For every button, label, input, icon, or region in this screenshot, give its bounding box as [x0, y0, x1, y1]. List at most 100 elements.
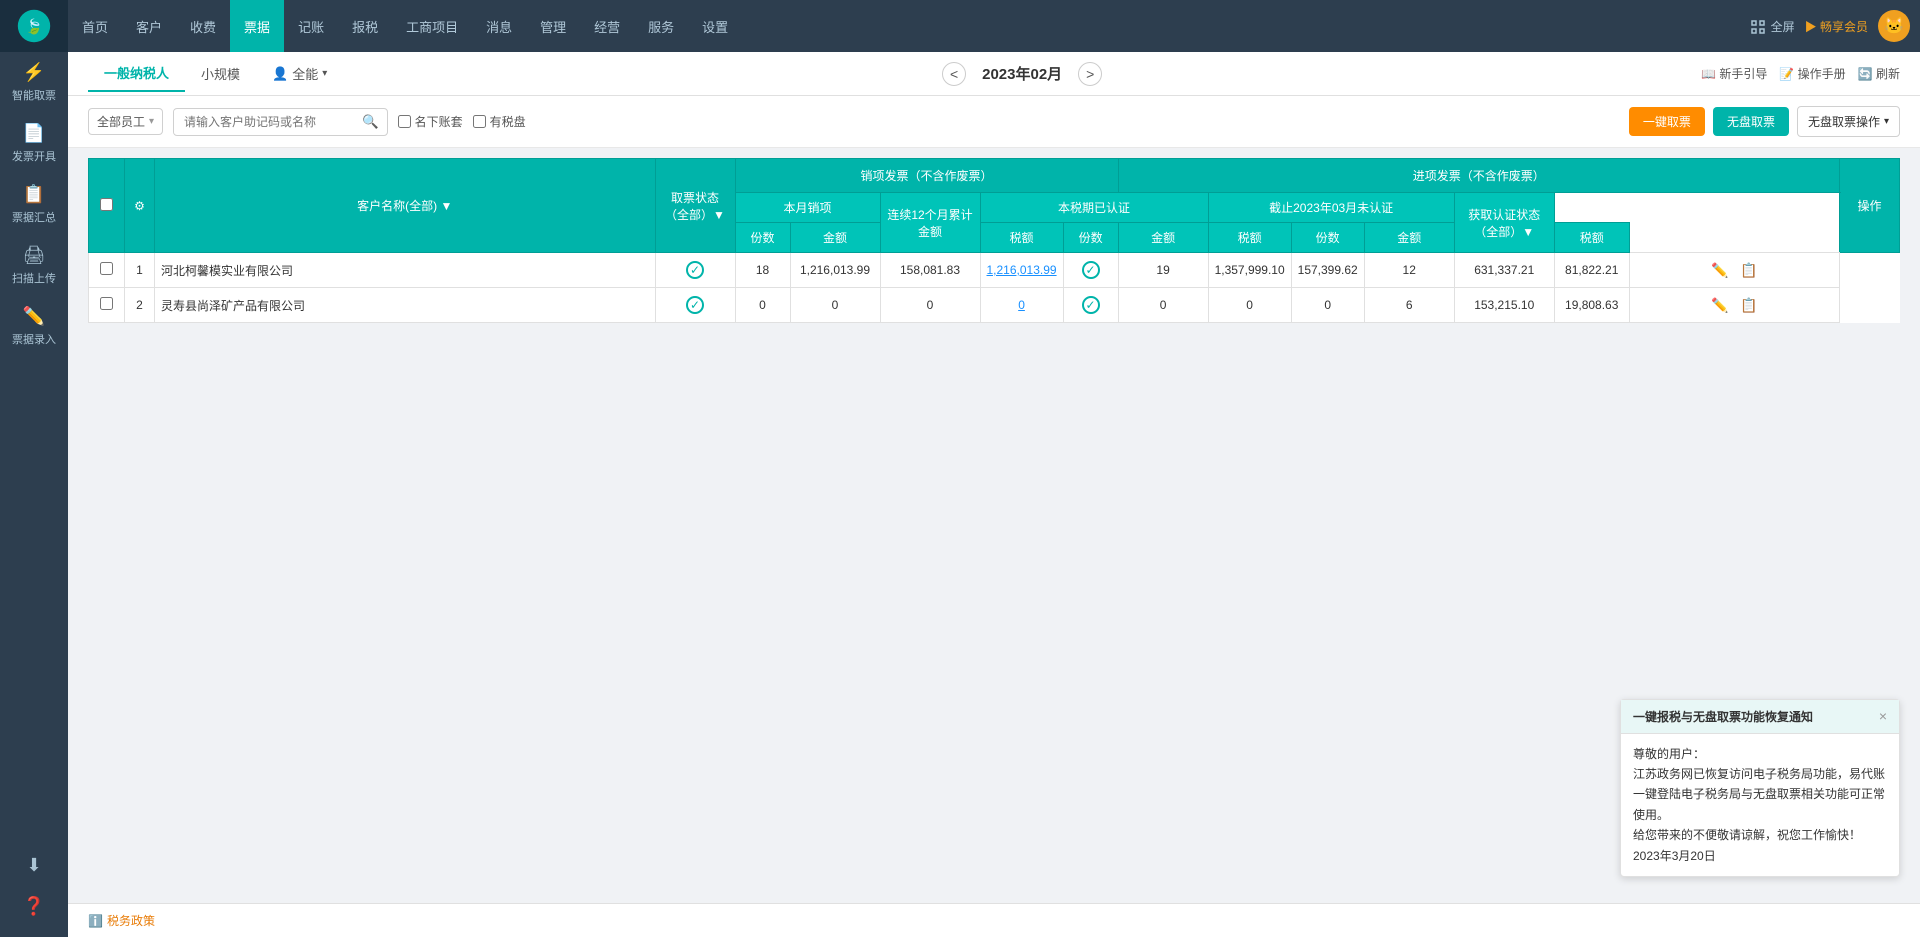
- row-uncert-count: 12: [1364, 253, 1454, 288]
- row-cert-tax: 0: [1291, 288, 1364, 323]
- nav-collection[interactable]: 收费: [176, 0, 230, 52]
- row-cert-amount: 0: [1208, 288, 1291, 323]
- row-uncert-count: 6: [1364, 288, 1454, 323]
- sidebar: 🍃 ⚡ 智能取票 📄 发票开具 📋 票据汇总 🖨 扫描上传 ✏️ 票据录入 ⬇ …: [0, 0, 68, 937]
- search-input[interactable]: [174, 110, 354, 134]
- row-checkbox[interactable]: [100, 297, 113, 310]
- nav-business[interactable]: 工商项目: [392, 0, 472, 52]
- row-sale-amount: 1,216,013.99: [790, 253, 880, 288]
- table-header-row1: ⚙ 客户名称(全部) ▼ 取票状态（全部）▼ 销项发票（不含作废票） 进项发票（…: [89, 159, 1900, 193]
- nav-invoice[interactable]: 票据: [230, 0, 284, 52]
- sidebar-item-invoice-summary[interactable]: 📋 票据汇总: [0, 174, 68, 235]
- sidebar-item-scan-upload[interactable]: 🖨 扫描上传: [0, 235, 68, 296]
- tax-policy-link[interactable]: 税务政策: [107, 912, 155, 929]
- status-check-icon: ✓: [1082, 261, 1100, 279]
- member-btn[interactable]: ▶ 畅享会员: [1805, 18, 1868, 35]
- row-12m-cumulative[interactable]: 1,216,013.99: [980, 253, 1063, 288]
- fullscreen-btn[interactable]: 全屏: [1751, 18, 1794, 35]
- sidebar-item-smart-deduct[interactable]: ⚡ 智能取票: [0, 52, 68, 113]
- row-sale-amount: 0: [790, 288, 880, 323]
- sidebar-item-data-entry[interactable]: ✏️ 票据录入: [0, 296, 68, 357]
- tab-bar-right: 📖 新手引导 📝 操作手册 🔄 刷新: [1701, 65, 1900, 82]
- new-guide-btn[interactable]: 📖 新手引导: [1701, 65, 1767, 82]
- table-row: 2 灵寿县尚泽矿产品有限公司 ✓ 0 0 0 0 ✓ 0 0 0 6 153,2…: [89, 288, 1900, 323]
- checkbox-taxdisk[interactable]: [473, 115, 486, 128]
- search-box: 🔍: [173, 108, 388, 136]
- row-12m-cumulative[interactable]: 0: [980, 288, 1063, 323]
- th-sales-tax: 税额: [980, 223, 1063, 253]
- notification-title: 一键报税与无盘取票功能恢复通知: [1633, 708, 1813, 725]
- detail-btn[interactable]: 📋: [1736, 295, 1761, 315]
- row-checkbox[interactable]: [100, 262, 113, 275]
- row-uncert-tax: 81,822.21: [1554, 253, 1629, 288]
- row-status: ✓: [655, 288, 735, 323]
- nav-message[interactable]: 消息: [472, 0, 526, 52]
- toolbar-right: 一键取票 无盘取票 无盘取票操作 ▾: [1629, 106, 1900, 137]
- th-uncert-count: 份数: [1291, 223, 1364, 253]
- nav-management[interactable]: 管理: [526, 0, 580, 52]
- row-checkbox-cell: [89, 253, 125, 288]
- avatar[interactable]: 🐱: [1878, 10, 1910, 42]
- tab-all[interactable]: 👤 全能 ▾: [256, 56, 343, 91]
- nav-settings[interactable]: 设置: [688, 0, 742, 52]
- checkbox-account[interactable]: [398, 115, 411, 128]
- sidebar-item-download[interactable]: ⬇: [0, 845, 68, 886]
- nav-home[interactable]: 首页: [68, 0, 122, 52]
- tab-small-scale[interactable]: 小规模: [185, 56, 256, 91]
- employee-filter[interactable]: 全部员工 ▾: [88, 108, 163, 135]
- notification-close-btn[interactable]: ×: [1879, 708, 1887, 724]
- sidebar-item-invoice-open[interactable]: 📄 发票开具: [0, 113, 68, 174]
- toolbar: 全部员工 ▾ 🔍 名下账套 有税盘 一键取票 无盘取票 无盘取票操作 ▾: [68, 96, 1920, 148]
- checkbox-account-label[interactable]: 名下账套: [398, 113, 463, 130]
- th-purchase-group: 进项发票（不含作废票）: [1118, 159, 1839, 193]
- invoice-open-icon: 📄: [23, 123, 45, 144]
- row-cert-status: ✓: [1063, 288, 1118, 323]
- no-disk-btn[interactable]: 无盘取票: [1713, 107, 1789, 136]
- row-sale-tax: 0: [880, 288, 980, 323]
- sidebar-item-help[interactable]: ❓: [0, 886, 68, 927]
- select-all-checkbox[interactable]: [100, 198, 113, 211]
- refresh-icon: 🔄: [1858, 67, 1873, 81]
- tax-policy-icon: ℹ️: [88, 914, 103, 928]
- one-click-btn[interactable]: 一键取票: [1629, 107, 1705, 136]
- search-button[interactable]: 🔍: [354, 109, 387, 135]
- checkbox-taxdisk-label[interactable]: 有税盘: [473, 113, 526, 130]
- svg-text:🍃: 🍃: [25, 17, 43, 35]
- manual-btn[interactable]: 📝 操作手册: [1779, 65, 1845, 82]
- sidebar-bottom: ⬇ ❓: [0, 845, 68, 937]
- detail-btn[interactable]: 📋: [1736, 260, 1761, 280]
- no-disk-ops-btn[interactable]: 无盘取票操作 ▾: [1797, 106, 1900, 137]
- th-checkbox: [89, 159, 125, 253]
- edit-btn[interactable]: ✏️: [1707, 260, 1732, 280]
- scan-upload-icon: 🖨: [23, 245, 46, 266]
- nav-customer[interactable]: 客户: [122, 0, 176, 52]
- row-uncert-tax: 19,808.63: [1554, 288, 1629, 323]
- notification-popup: 一键报税与无盘取票功能恢复通知 × 尊敬的用户：江苏政务网已恢复访问电子税务局功…: [1620, 699, 1900, 877]
- row-sale-count: 18: [735, 253, 790, 288]
- prev-month-btn[interactable]: <: [942, 62, 966, 86]
- th-cert-count: 份数: [1063, 223, 1118, 253]
- tab-general-taxpayer[interactable]: 一般纳税人: [88, 55, 185, 92]
- nav-tax[interactable]: 报税: [338, 0, 392, 52]
- guide-icon: 📖: [1701, 67, 1716, 81]
- all-tab-chevron: ▾: [322, 68, 327, 79]
- nav-bookkeeping[interactable]: 记账: [284, 0, 338, 52]
- top-nav-right: 全屏 ▶ 畅享会员 🐱: [1751, 10, 1910, 42]
- row-customer: 河北柯馨模实业有限公司: [155, 253, 656, 288]
- th-sales-count: 份数: [735, 223, 790, 253]
- ops-chevron-icon: ▾: [1884, 116, 1889, 127]
- tab-bar-tabs: 一般纳税人 小规模 👤 全能 ▾: [88, 55, 343, 92]
- nav-operation[interactable]: 经营: [580, 0, 634, 52]
- row-status: ✓: [655, 253, 735, 288]
- next-month-btn[interactable]: >: [1078, 62, 1102, 86]
- nav-service[interactable]: 服务: [634, 0, 688, 52]
- row-seq: 1: [125, 253, 155, 288]
- th-deduct-status: 取票状态（全部）▼: [655, 159, 735, 253]
- settings-icon[interactable]: ⚙: [134, 199, 145, 213]
- chevron-down-icon: ▾: [149, 116, 154, 127]
- refresh-btn[interactable]: 🔄 刷新: [1858, 65, 1900, 82]
- tab-bar: 一般纳税人 小规模 👤 全能 ▾ < 2023年02月 > 📖 新手引导: [68, 52, 1920, 96]
- edit-btn[interactable]: ✏️: [1707, 295, 1732, 315]
- row-checkbox-cell: [89, 288, 125, 323]
- th-12m-cumulative: 连续12个月累计金额: [880, 193, 980, 253]
